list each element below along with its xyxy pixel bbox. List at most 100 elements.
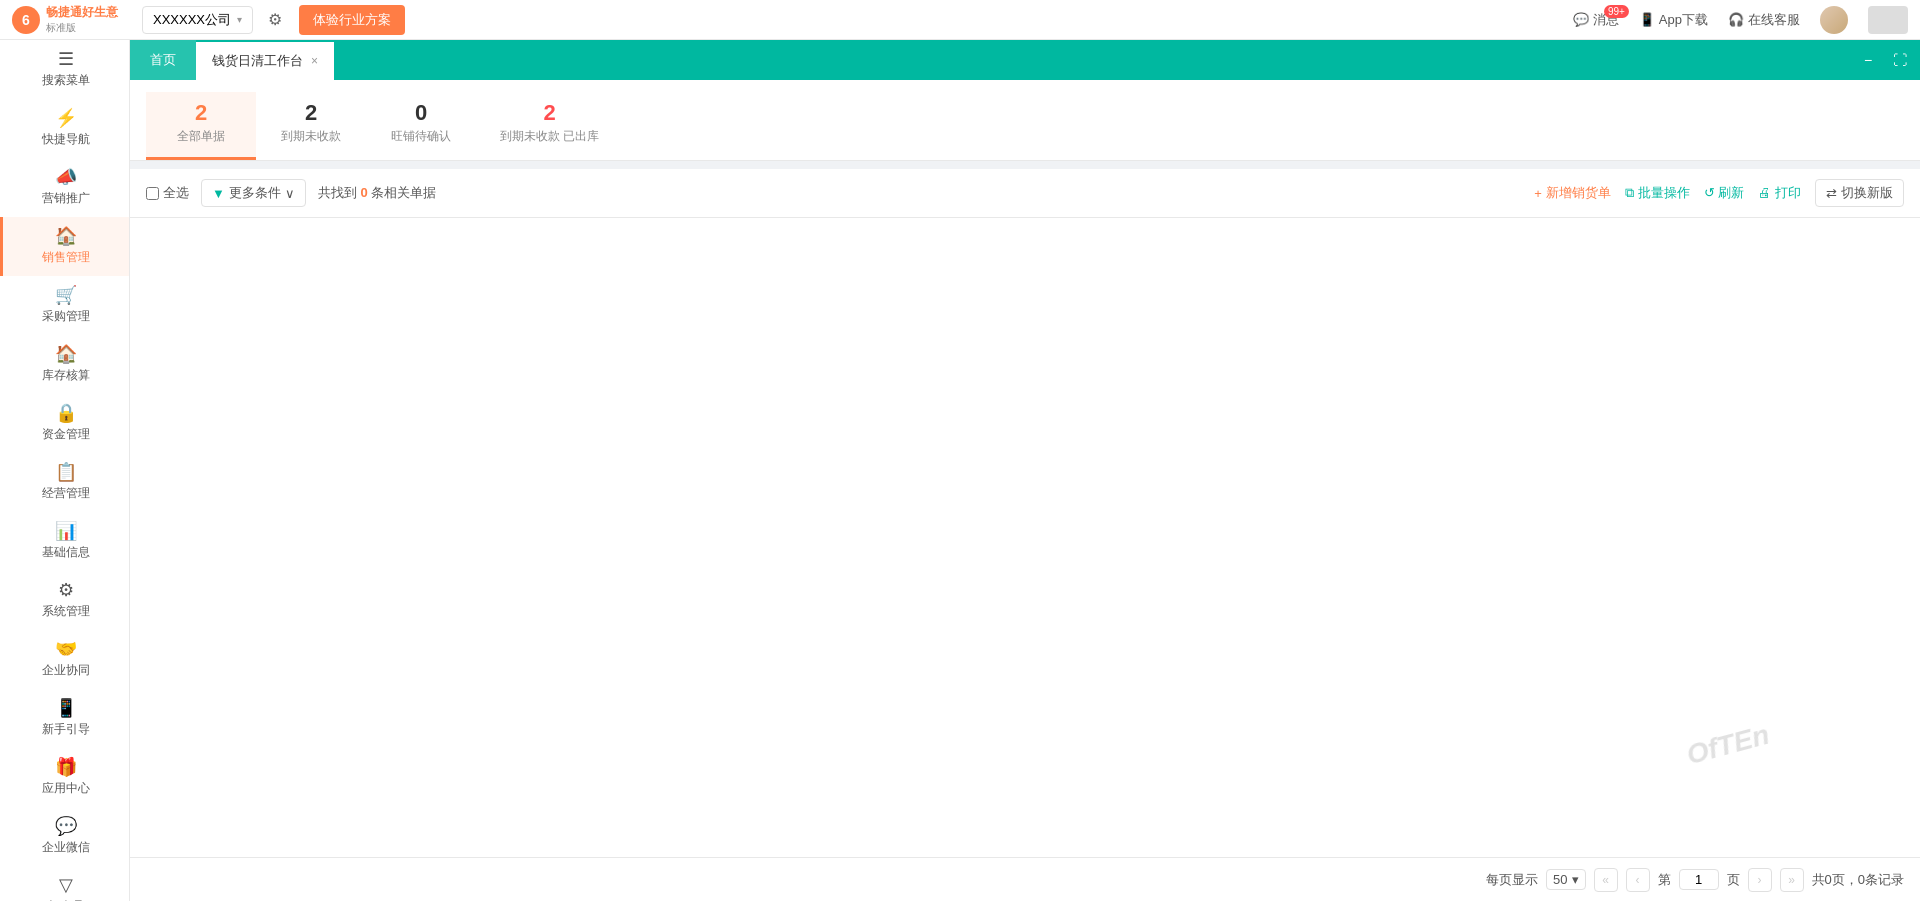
sidebar-item-finance[interactable]: 🔒 资金管理: [0, 394, 129, 453]
last-page-button[interactable]: »: [1780, 868, 1804, 892]
sidebar-label-enterprise: 企业协同: [42, 662, 90, 679]
select-all-input[interactable]: [146, 187, 159, 200]
switch-version-button[interactable]: ⇄ 切换新版: [1815, 179, 1904, 207]
more-filter-button[interactable]: ▼ 更多条件 ∨: [201, 179, 306, 207]
headset-icon: 🎧: [1728, 12, 1744, 27]
stat-label-pending: 旺铺待确认: [390, 128, 452, 145]
message-icon: 💬: [1573, 12, 1589, 27]
header-right: 💬 消息 99+ 📱 App下载 🎧 在线客服: [1573, 6, 1908, 34]
sidebar-item-inventory[interactable]: 🏠 库存核算: [0, 335, 129, 394]
guide-icon: 📱: [55, 699, 77, 717]
first-page-icon: «: [1602, 873, 1609, 887]
main-layout: ☰ 搜索菜单 ⚡ 快捷导航 📣 营销推广 🏠 销售管理 🛒 采购管理 🏠 库存核…: [0, 40, 1920, 901]
filter-icon: ▼: [212, 186, 225, 201]
company-name: XXXXXX公司: [153, 11, 231, 29]
stat-tab-pending[interactable]: 0 旺铺待确认: [366, 92, 476, 160]
online-service-item[interactable]: 🎧 在线客服: [1728, 11, 1800, 29]
app-center-icon: 🎁: [55, 758, 77, 776]
wechat-icon: 💬: [55, 817, 77, 835]
page-number-input[interactable]: [1679, 869, 1719, 890]
total-label: 共0页，0条记录: [1812, 871, 1904, 889]
stat-label-overdue: 到期未收款: [280, 128, 342, 145]
tab-bar: 首页 钱货日清工作台 × − ⛶: [130, 40, 1920, 80]
table-area: [130, 218, 1920, 857]
select-all-checkbox[interactable]: 全选: [146, 184, 189, 202]
page-size-selector[interactable]: 50 ▾: [1546, 869, 1585, 890]
stat-tab-overdue[interactable]: 2 到期未收款: [256, 92, 366, 160]
sidebar-label-wechat: 企业微信: [42, 839, 90, 856]
first-page-button[interactable]: «: [1594, 868, 1618, 892]
sidebar-item-guide[interactable]: 📱 新手引导: [0, 689, 129, 748]
sidebar-item-enterprise[interactable]: 🤝 企业协同: [0, 630, 129, 689]
print-button[interactable]: 🖨 打印: [1758, 184, 1801, 202]
switch-version-label: 切换新版: [1841, 184, 1893, 202]
quick-nav-icon: ⚡: [55, 109, 77, 127]
home-tab-label: 首页: [150, 51, 176, 69]
tab-home[interactable]: 首页: [130, 40, 196, 80]
refresh-label: 刷新: [1718, 185, 1744, 200]
sidebar-item-wechat[interactable]: 💬 企业微信: [0, 807, 129, 866]
batch-operation-button[interactable]: ⧉ 批量操作: [1625, 184, 1690, 202]
sidebar-item-sales[interactable]: 🏠 销售管理: [0, 217, 129, 276]
stat-tab-overdue-shipped[interactable]: 2 到期未收款 已出库: [476, 92, 623, 160]
page-next-label: 页: [1727, 871, 1740, 889]
app-download-item[interactable]: 📱 App下载: [1639, 11, 1708, 29]
sidebar-label-guide: 新手引导: [42, 721, 90, 738]
sidebar-label-system: 系统管理: [42, 603, 90, 620]
sidebar-item-app-center[interactable]: 🎁 应用中心: [0, 748, 129, 807]
member-icon: ▽: [59, 876, 73, 894]
found-prefix: 共找到: [318, 185, 357, 200]
sidebar-label-quick-nav: 快捷导航: [42, 131, 90, 148]
tab-close-icon[interactable]: ×: [311, 54, 318, 68]
sidebar-item-system[interactable]: ⚙ 系统管理: [0, 571, 129, 630]
sidebar-item-search-menu[interactable]: ☰ 搜索菜单: [0, 40, 129, 99]
stat-number-overdue-shipped: 2: [500, 100, 599, 126]
tab-minimize-button[interactable]: −: [1856, 48, 1880, 72]
maximize-icon: ⛶: [1893, 52, 1907, 68]
pagination: 每页显示 50 ▾ « ‹ 第 页 › »: [130, 857, 1920, 901]
next-page-icon: ›: [1758, 873, 1762, 887]
refresh-button[interactable]: ↺ 刷新: [1704, 184, 1745, 202]
page-size-label: 每页显示: [1486, 871, 1538, 889]
prev-page-button[interactable]: ‹: [1626, 868, 1650, 892]
stats-tabs: 2 全部单据 2 到期未收款 0 旺铺待确认 2 到期未收款 已出库: [130, 80, 1920, 161]
sales-icon: 🏠: [55, 227, 77, 245]
sidebar-item-operations[interactable]: 📋 经营管理: [0, 453, 129, 512]
toolbar: 全选 ▼ 更多条件 ∨ 共找到 0 条相关单据 + 新增销货单: [130, 169, 1920, 218]
online-service-label: 在线客服: [1748, 11, 1800, 29]
logo-icon: 6: [12, 6, 40, 34]
sidebar-item-base-info[interactable]: 📊 基础信息: [0, 512, 129, 571]
base-info-icon: 📊: [55, 522, 77, 540]
found-suffix: 条相关单据: [371, 185, 436, 200]
sidebar-item-quick-nav[interactable]: ⚡ 快捷导航: [0, 99, 129, 158]
dropdown-arrow-icon: ▾: [237, 14, 242, 25]
stat-number-overdue: 2: [280, 100, 342, 126]
enterprise-icon: 🤝: [55, 640, 77, 658]
avatar[interactable]: [1820, 6, 1848, 34]
settings-button[interactable]: ⚙: [261, 6, 289, 34]
sidebar-item-purchase[interactable]: 🛒 采购管理: [0, 276, 129, 335]
next-page-button[interactable]: ›: [1748, 868, 1772, 892]
tab-maximize-button[interactable]: ⛶: [1888, 48, 1912, 72]
more-filter-chevron-icon: ∨: [285, 186, 295, 201]
sidebar-label-finance: 资金管理: [42, 426, 90, 443]
switch-icon: ⇄: [1826, 186, 1837, 201]
stat-number-pending: 0: [390, 100, 452, 126]
sidebar-item-marketing[interactable]: 📣 营销推广: [0, 158, 129, 217]
logo-line2: 标准版: [46, 21, 118, 34]
logo-text: 畅捷通好生意 标准版: [46, 5, 118, 34]
add-sales-order-button[interactable]: + 新增销货单: [1534, 184, 1611, 202]
tab-workbench[interactable]: 钱货日清工作台 ×: [196, 40, 334, 80]
trial-button[interactable]: 体验行业方案: [299, 5, 405, 35]
batch-icon: ⧉: [1625, 185, 1634, 201]
refresh-icon: ↺: [1704, 185, 1715, 200]
message-item[interactable]: 💬 消息 99+: [1573, 11, 1619, 29]
sidebar: ☰ 搜索菜单 ⚡ 快捷导航 📣 营销推广 🏠 销售管理 🛒 采购管理 🏠 库存核…: [0, 40, 130, 901]
header: 6 畅捷通好生意 标准版 XXXXXX公司 ▾ ⚙ 体验行业方案 💬 消息 99…: [0, 0, 1920, 40]
stat-tab-all[interactable]: 2 全部单据: [146, 92, 256, 160]
company-selector[interactable]: XXXXXX公司 ▾: [142, 6, 253, 34]
sidebar-label-app-center: 应用中心: [42, 780, 90, 797]
sidebar-item-member[interactable]: ▽ 畅会员: [0, 866, 129, 901]
page-content: 2 全部单据 2 到期未收款 0 旺铺待确认 2 到期未收款 已出库: [130, 80, 1920, 901]
page-size-value: 50: [1553, 872, 1567, 887]
